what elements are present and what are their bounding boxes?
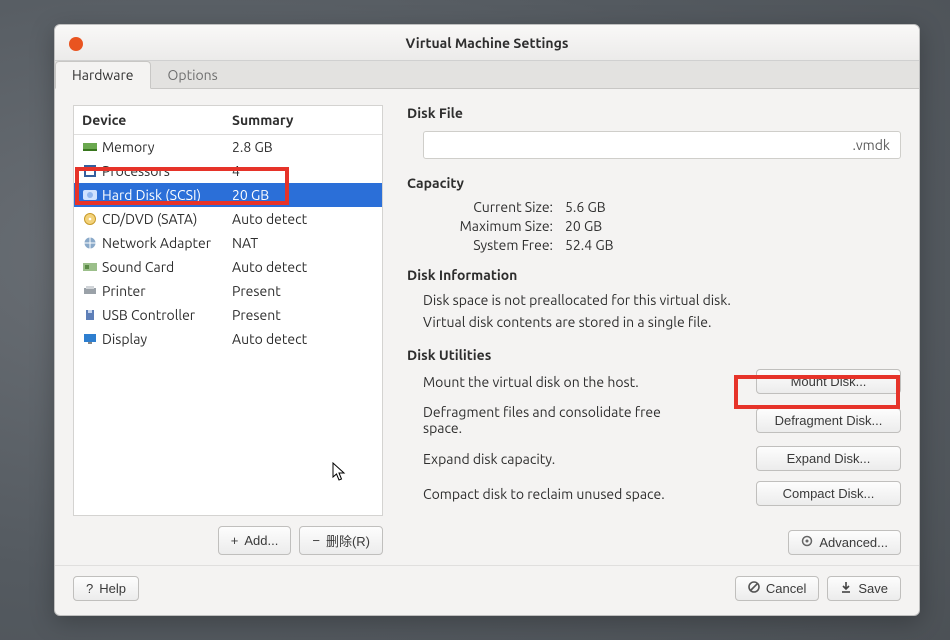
save-icon [840,581,852,596]
cpu-icon [82,164,98,178]
device-row-usb[interactable]: USB Controller Present [74,303,382,327]
device-row-harddisk[interactable]: Hard Disk (SCSI) 20 GB [74,183,382,207]
cancel-label: Cancel [766,581,806,596]
help-icon: ? [86,581,93,596]
device-summary: Auto detect [232,330,374,348]
disk-file-heading: Disk File [407,105,901,121]
help-label: Help [99,581,126,596]
tab-options[interactable]: Options [151,61,235,89]
device-row-printer[interactable]: Printer Present [74,279,382,303]
device-summary: Auto detect [232,258,374,276]
max-size-value: 20 GB [565,218,901,234]
add-label: Add... [244,533,278,548]
device-list-header: Device Summary [74,106,382,135]
plus-icon: + [231,533,239,548]
net-icon [82,236,98,250]
mount-disk-button[interactable]: Mount Disk... [756,369,901,394]
device-name: USB Controller [102,306,232,324]
capacity-grid: Current Size: 5.6 GB Maximum Size: 20 GB… [423,199,901,253]
device-name: Sound Card [102,258,232,276]
tabs: Hardware Options [55,61,919,89]
device-summary: 20 GB [232,186,374,204]
save-label: Save [858,581,888,596]
minus-icon: − [312,533,320,548]
defrag-label: Defragment Disk... [775,413,883,428]
display-icon [82,332,98,346]
device-name: Hard Disk (SCSI) [102,186,232,204]
disk-utilities-heading: Disk Utilities [407,347,901,363]
device-name: Memory [102,138,232,156]
device-name: Processors [102,162,232,180]
device-summary: Auto detect [232,210,374,228]
cd-icon [82,212,98,226]
disk-info-heading: Disk Information [407,267,901,283]
device-summary: 4 [232,162,374,180]
titlebar: Virtual Machine Settings [55,25,919,61]
device-name: Printer [102,282,232,300]
current-size-value: 5.6 GB [565,199,901,215]
gear-icon [801,535,813,550]
util-defrag-text: Defragment files and consolidate free sp… [423,404,703,436]
printer-icon [82,284,98,298]
current-size-label: Current Size: [423,199,553,215]
expand-disk-button[interactable]: Expand Disk... [756,446,901,471]
device-name: Network Adapter [102,234,232,252]
sound-icon [82,260,98,274]
system-free-value: 52.4 GB [565,237,901,253]
disk-icon [82,188,98,202]
device-row-sound[interactable]: Sound Card Auto detect [74,255,382,279]
device-row-memory[interactable]: Memory 2.8 GB [74,135,382,159]
advanced-button[interactable]: Advanced... [788,530,901,555]
close-icon[interactable] [69,37,83,51]
cancel-icon [748,581,760,596]
advanced-label: Advanced... [819,535,888,550]
device-row-network[interactable]: Network Adapter NAT [74,231,382,255]
save-button[interactable]: Save [827,576,901,601]
column-summary: Summary [232,112,374,128]
device-summary: Present [232,282,374,300]
defragment-disk-button[interactable]: Defragment Disk... [756,408,901,433]
device-name: CD/DVD (SATA) [102,210,232,228]
device-row-cddvd[interactable]: CD/DVD (SATA) Auto detect [74,207,382,231]
device-name: Display [102,330,232,348]
max-size-label: Maximum Size: [423,218,553,234]
compact-disk-button[interactable]: Compact Disk... [756,481,901,506]
capacity-heading: Capacity [407,175,901,191]
device-summary: NAT [232,234,374,252]
device-summary: Present [232,306,374,324]
util-expand-text: Expand disk capacity. [423,451,555,467]
device-row-display[interactable]: Display Auto detect [74,327,382,351]
system-free-label: System Free: [423,237,553,253]
disk-file-value: .vmdk [852,137,890,153]
column-device: Device [82,112,232,128]
usb-icon [82,308,98,322]
device-row-processors[interactable]: Processors 4 [74,159,382,183]
settings-window: Virtual Machine Settings Hardware Option… [54,24,920,616]
memory-icon [82,140,98,154]
disk-file-field[interactable]: .vmdk [423,131,901,159]
add-button[interactable]: + Add... [218,526,292,555]
expand-label: Expand Disk... [787,451,871,466]
window-title: Virtual Machine Settings [406,35,569,51]
mount-label: Mount Disk... [791,374,867,389]
device-list[interactable]: Device Summary Memory 2.8 GB Processors … [73,105,383,516]
disk-info-line1: Disk space is not preallocated for this … [423,289,901,311]
device-summary: 2.8 GB [232,138,374,156]
remove-label: 删除(R) [326,531,370,550]
util-mount-text: Mount the virtual disk on the host. [423,374,639,390]
disk-info-line2: Virtual disk contents are stored in a si… [423,311,901,333]
tab-hardware[interactable]: Hardware [55,61,151,89]
help-button[interactable]: ? Help [73,576,139,601]
remove-button[interactable]: − 删除(R) [299,526,383,555]
util-compact-text: Compact disk to reclaim unused space. [423,486,665,502]
compact-label: Compact Disk... [783,486,875,501]
cancel-button[interactable]: Cancel [735,576,819,601]
